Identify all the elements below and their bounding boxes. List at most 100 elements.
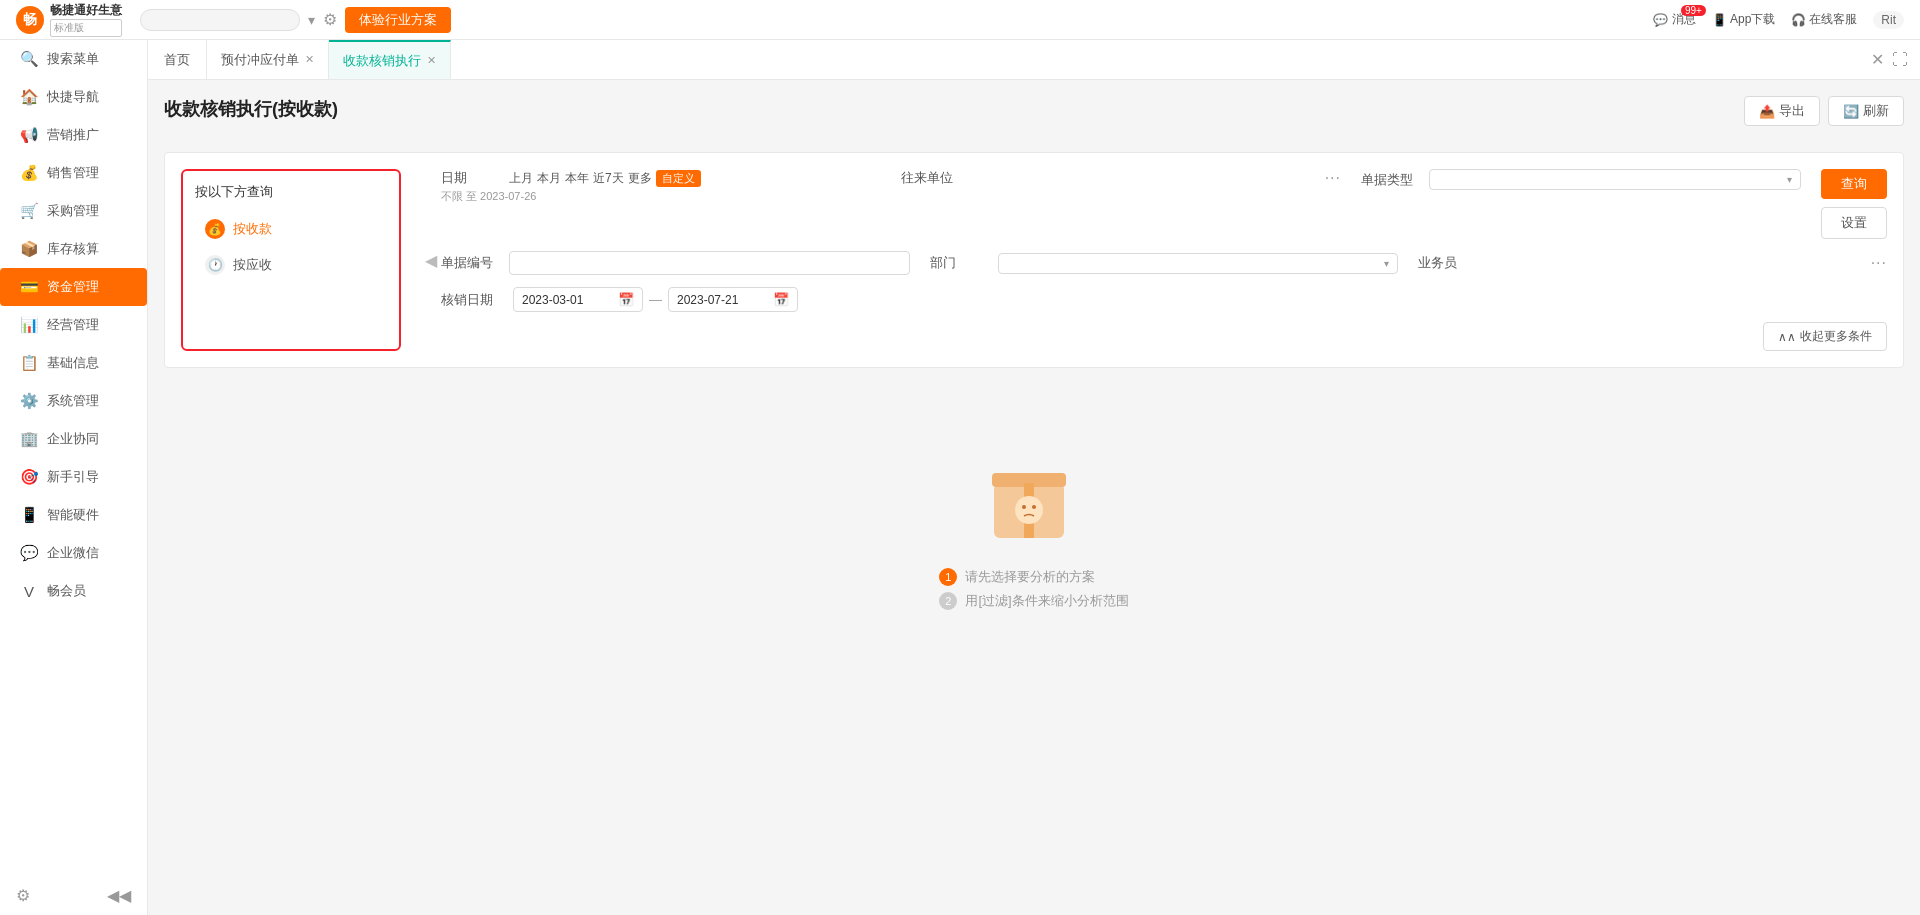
date-custom-badge[interactable]: 自定义 xyxy=(656,170,701,187)
tab-bar-actions: ✕ ⛶ xyxy=(1859,50,1920,69)
wechat-icon: 💬 xyxy=(19,544,39,562)
doc-no-label: 单据编号 xyxy=(441,254,501,272)
footer-collapse-icon[interactable]: ◀◀ xyxy=(107,886,131,905)
sidebar-item-guide[interactable]: 🎯 新手引导 xyxy=(0,458,147,496)
search-dropdown-icon[interactable]: ▾ xyxy=(308,12,315,28)
empty-state: 1 请先选择要分析的方案 2 用[过滤]条件来缩小分析范围 xyxy=(164,368,1904,696)
counterparty-more-dots[interactable]: ··· xyxy=(1325,169,1341,187)
sidebar-item-purchase[interactable]: 🛒 采购管理 xyxy=(0,192,147,230)
verify-date-end-input[interactable]: 2023-07-21 📅 xyxy=(668,287,798,312)
enterprise-icon: 🏢 xyxy=(19,430,39,448)
step-1-num: 1 xyxy=(939,568,957,586)
tab-prepay[interactable]: 预付冲应付单 ✕ xyxy=(207,40,329,79)
app-icon: 📱 xyxy=(1712,13,1727,27)
step-2-num: 2 xyxy=(939,592,957,610)
export-button[interactable]: 📤 导出 xyxy=(1744,96,1820,126)
message-badge: 99+ xyxy=(1681,5,1706,16)
tab-close-collection[interactable]: ✕ xyxy=(427,54,436,67)
info-icon: 📋 xyxy=(19,354,39,372)
salesperson-more-dots[interactable]: ··· xyxy=(1871,254,1887,272)
query-btn-group: 查询 设置 xyxy=(1821,169,1887,239)
filter-options-box: 按以下方查询 💰 按收款 🕐 按应收 xyxy=(181,169,401,351)
top-bar-right: 💬 消息 99+ 📱 App下载 🎧 在线客服 Rit xyxy=(1653,11,1904,29)
verify-date-row: 核销日期 2023-03-01 📅 — 2023-07-21 📅 xyxy=(441,287,1887,312)
search-input[interactable] xyxy=(140,9,300,31)
dept-select[interactable]: ▾ xyxy=(998,253,1399,274)
date-unlimited: 不限 至 2023-07-26 xyxy=(441,189,881,204)
tab-bar-expand-icon[interactable]: ⛶ xyxy=(1892,51,1908,69)
doc-type-label: 单据类型 xyxy=(1361,171,1421,189)
sidebar-item-hardware[interactable]: 📱 智能硬件 xyxy=(0,496,147,534)
verify-date-start-input[interactable]: 2023-03-01 📅 xyxy=(513,287,643,312)
settings-icon[interactable]: ⚙ xyxy=(323,10,337,29)
settings-button[interactable]: 设置 xyxy=(1821,207,1887,239)
filter-panel: 按以下方查询 💰 按收款 🕐 按应收 ◀ xyxy=(164,152,1904,368)
sidebar-item-enterprise[interactable]: 🏢 企业协同 xyxy=(0,420,147,458)
svg-point-3 xyxy=(1015,496,1043,524)
sidebar-item-marketing[interactable]: 📢 营销推广 xyxy=(0,116,147,154)
date-this-year[interactable]: 本年 xyxy=(565,170,589,187)
sales-icon: 💰 xyxy=(19,164,39,182)
dept-arrow: ▾ xyxy=(1384,258,1389,269)
collapse-up-icon: ∧∧ xyxy=(1778,330,1796,344)
verify-date-label: 核销日期 xyxy=(441,291,501,309)
sidebar-item-search-menu[interactable]: 🔍 搜索菜单 xyxy=(0,40,147,78)
salesperson-label: 业务员 xyxy=(1418,254,1478,272)
sidebar-item-member[interactable]: V 畅会员 xyxy=(0,572,147,610)
sidebar-footer: ⚙ ◀◀ xyxy=(0,876,147,915)
filter-by-collection[interactable]: 💰 按收款 xyxy=(195,213,387,245)
empty-text: 1 请先选择要分析的方案 2 用[过滤]条件来缩小分析范围 xyxy=(939,568,1128,616)
warehouse-icon: 📦 xyxy=(19,240,39,258)
filter-form: 日期 上月 本月 本年 近7天 更多 自定义 不限 至 2 xyxy=(441,169,1887,351)
counterparty-label: 往来单位 xyxy=(901,169,961,187)
sidebar-item-wechat[interactable]: 💬 企业微信 xyxy=(0,534,147,572)
brand-badge: 标准版 xyxy=(50,19,122,37)
empty-line-2: 2 用[过滤]条件来缩小分析范围 xyxy=(939,592,1128,610)
dept-label: 部门 xyxy=(930,254,990,272)
page-content: 收款核销执行(按收款) 📤 导出 🔄 刷新 按以下方查询 xyxy=(148,80,1920,915)
sidebar-item-sales[interactable]: 💰 销售管理 xyxy=(0,154,147,192)
tab-bar: 首页 预付冲应付单 ✕ 收款核销执行 ✕ ✕ ⛶ xyxy=(148,40,1920,80)
collapse-conditions-button[interactable]: ∧∧ 收起更多条件 xyxy=(1763,322,1887,351)
search-icon: 🔍 xyxy=(19,50,39,68)
sidebar-item-inventory[interactable]: 📦 库存核算 xyxy=(0,230,147,268)
query-button[interactable]: 查询 xyxy=(1821,169,1887,199)
filter-by-receivable[interactable]: 🕐 按应收 xyxy=(195,249,387,281)
footer-gear-icon[interactable]: ⚙ xyxy=(16,886,30,905)
date-more[interactable]: 更多 xyxy=(628,170,652,187)
solution-button[interactable]: 体验行业方案 xyxy=(345,7,451,33)
guide-icon: 🎯 xyxy=(19,468,39,486)
tab-bar-close-icon[interactable]: ✕ xyxy=(1871,50,1884,69)
tab-home[interactable]: 首页 xyxy=(148,40,207,79)
app-download-button[interactable]: 📱 App下载 xyxy=(1712,11,1775,28)
message-icon: 💬 xyxy=(1653,13,1668,27)
filter-collapse-btn[interactable]: ◀ xyxy=(421,169,441,351)
sidebar-item-quick-nav[interactable]: 🏠 快捷导航 xyxy=(0,78,147,116)
member-icon: V xyxy=(19,583,39,600)
message-button[interactable]: 💬 消息 99+ xyxy=(1653,11,1696,28)
sidebar-item-system[interactable]: ⚙️ 系统管理 xyxy=(0,382,147,420)
tab-collection[interactable]: 收款核销执行 ✕ xyxy=(329,40,451,79)
system-icon: ⚙️ xyxy=(19,392,39,410)
home-icon: 🏠 xyxy=(19,88,39,106)
sidebar-item-base-info[interactable]: 📋 基础信息 xyxy=(0,344,147,382)
refresh-button[interactable]: 🔄 刷新 xyxy=(1828,96,1904,126)
content-area: 首页 预付冲应付单 ✕ 收款核销执行 ✕ ✕ ⛶ 收款核销执行(按收款) 📤 xyxy=(148,40,1920,915)
doc-no-field: 单据编号 xyxy=(441,251,910,275)
date-7-days[interactable]: 近7天 xyxy=(593,170,624,187)
service-button[interactable]: 🎧 在线客服 xyxy=(1791,11,1857,28)
sidebar-item-operation[interactable]: 📊 经营管理 xyxy=(0,306,147,344)
counterparty-field: 往来单位 ··· xyxy=(901,169,1341,187)
date-range-separator: — xyxy=(649,292,662,307)
doc-type-select[interactable]: ▾ xyxy=(1429,169,1801,190)
export-icon: 📤 xyxy=(1759,104,1775,119)
logo: 畅 畅捷通好生意 标准版 xyxy=(16,2,122,37)
date-this-month[interactable]: 本月 xyxy=(537,170,561,187)
user-profile[interactable]: Rit xyxy=(1873,11,1904,29)
sidebar-item-finance[interactable]: 💳 资金管理 xyxy=(0,268,147,306)
tab-close-prepay[interactable]: ✕ xyxy=(305,53,314,66)
date-last-month[interactable]: 上月 xyxy=(509,170,533,187)
doc-no-input[interactable] xyxy=(509,251,910,275)
dept-field: 部门 ▾ xyxy=(930,253,1399,274)
date-field: 日期 上月 本月 本年 近7天 更多 自定义 不限 至 2 xyxy=(441,169,881,204)
